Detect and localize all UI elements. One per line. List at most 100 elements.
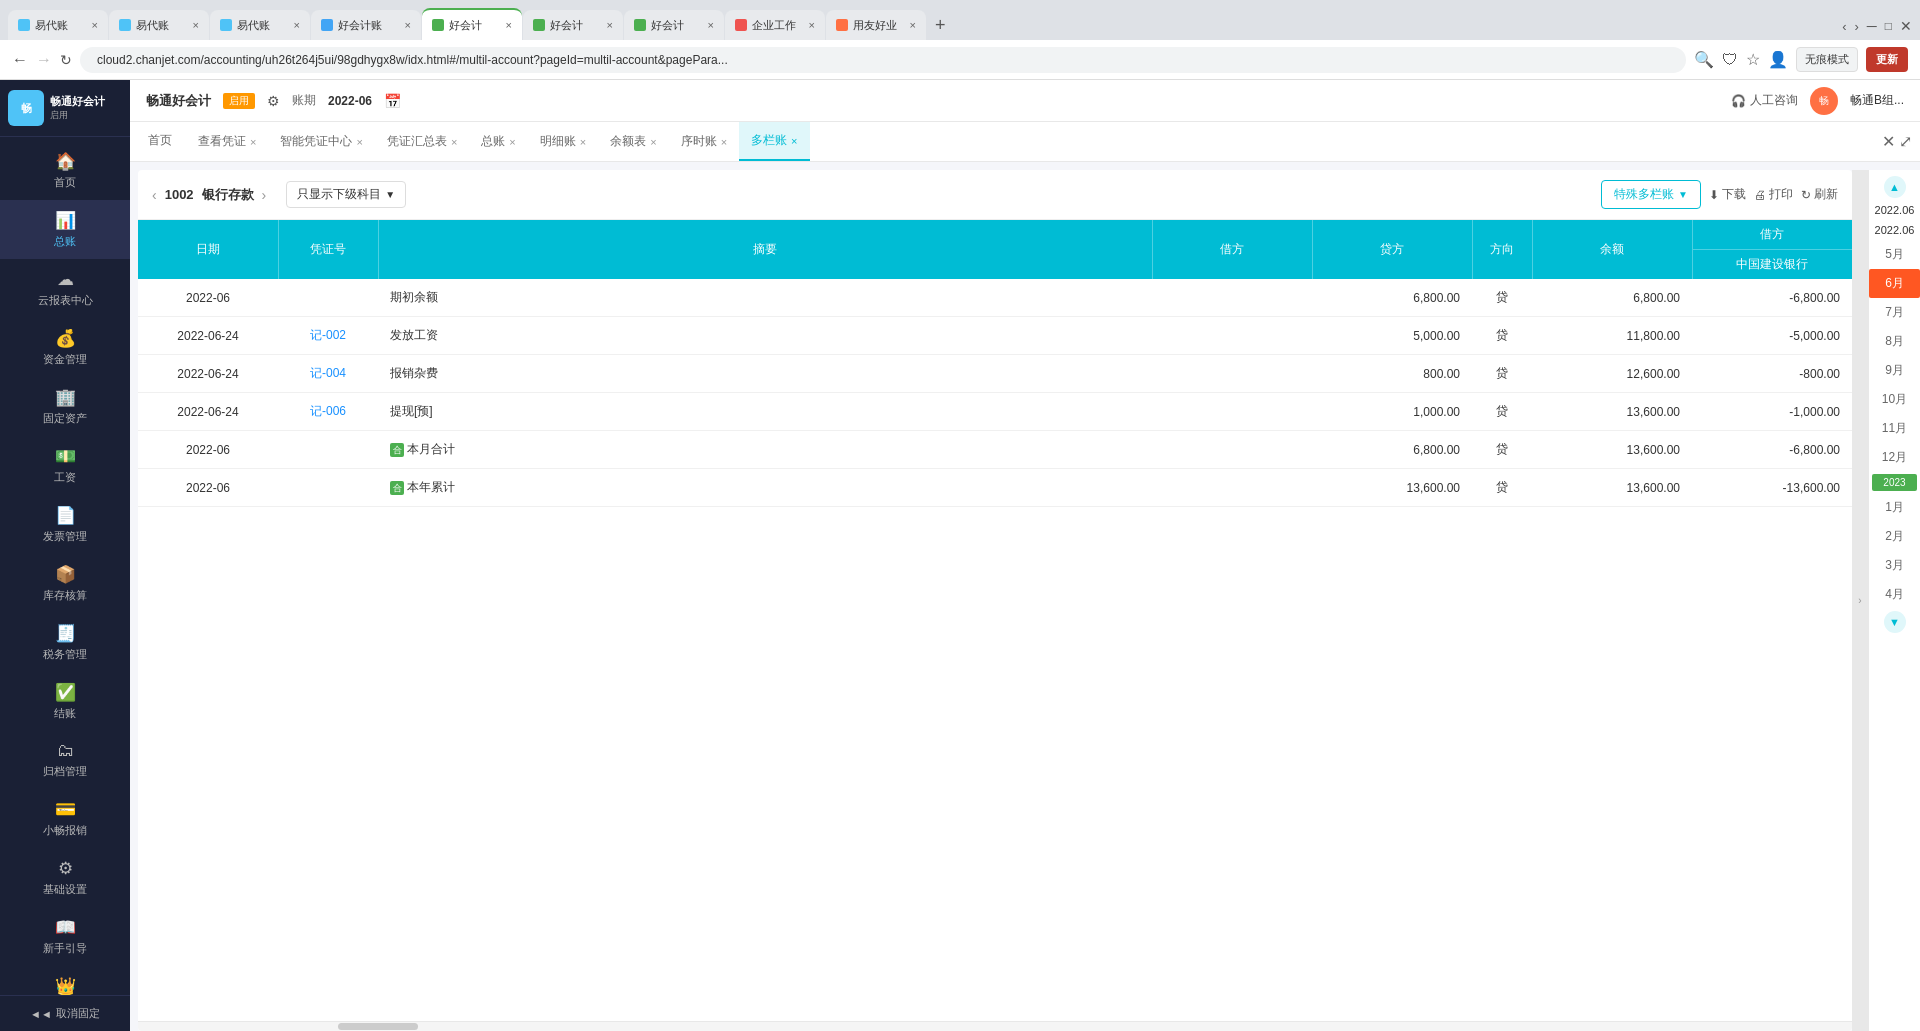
browser-tab-5[interactable]: 好会计 × (422, 8, 522, 40)
panel-toggle[interactable]: › (1852, 170, 1868, 1031)
sidebar-item-invoice[interactable]: 📄 发票管理 (0, 495, 130, 554)
month-item-5[interactable]: 5月 (1869, 240, 1920, 269)
tab-5-close[interactable]: × (506, 19, 512, 31)
sidebar-item-archive[interactable]: 🗂 归档管理 (0, 731, 130, 789)
tab-9-close[interactable]: × (910, 19, 916, 31)
print-button[interactable]: 🖨 打印 (1754, 186, 1793, 203)
scrollbar-thumb[interactable] (338, 1023, 418, 1030)
tab-view-voucher[interactable]: 查看凭证 × (186, 123, 268, 160)
tab-view-voucher-close[interactable]: × (250, 136, 256, 148)
special-multi-button[interactable]: 特殊多栏账 ▼ (1601, 180, 1701, 209)
month-item-3[interactable]: 3月 (1869, 551, 1920, 580)
month-item-9[interactable]: 9月 (1869, 356, 1920, 385)
pin-toggle[interactable]: ◄◄ 取消固定 (4, 1006, 126, 1021)
sidebar-item-home[interactable]: 🏠 首页 (0, 141, 130, 200)
shield-icon[interactable]: 🛡 (1722, 51, 1738, 69)
month-item-6[interactable]: 6月 (1869, 269, 1920, 298)
tab-smart-voucher-close[interactable]: × (356, 136, 362, 148)
month-item-10[interactable]: 10月 (1869, 385, 1920, 414)
forward-button[interactable]: → (36, 51, 52, 69)
tab-journal[interactable]: 序时账 × (669, 123, 739, 160)
tab-prev-button[interactable]: ‹ (1842, 19, 1846, 34)
scrollbar-bottom[interactable] (138, 1021, 1852, 1031)
tab-multi-column[interactable]: 多栏账 × (739, 122, 809, 161)
tab-1-close[interactable]: × (92, 19, 98, 31)
tab-detail-ledger-close[interactable]: × (580, 136, 586, 148)
sidebar-item-cloud[interactable]: ☁ 云报表中心 (0, 259, 130, 318)
tab-next-button[interactable]: › (1854, 19, 1858, 34)
tab-journal-close[interactable]: × (721, 136, 727, 148)
browser-tab-2[interactable]: 易代账 × (109, 10, 209, 40)
browser-tab-8[interactable]: 企业工作 × (725, 10, 825, 40)
settings-icon-topbar[interactable]: ⚙ (267, 93, 280, 109)
sidebar-item-expense[interactable]: 💳 小畅报销 (0, 789, 130, 848)
tab-balance[interactable]: 余额表 × (598, 123, 668, 160)
update-button[interactable]: 更新 (1866, 47, 1908, 72)
maximize-button[interactable]: □ (1885, 19, 1892, 33)
sidebar-item-salary[interactable]: 💵 工资 (0, 436, 130, 495)
scroll-down-button[interactable]: ▼ (1884, 611, 1906, 633)
download-button[interactable]: ⬇ 下载 (1709, 186, 1746, 203)
tab-voucher-summary[interactable]: 凭证汇总表 × (375, 123, 469, 160)
tab-4-close[interactable]: × (405, 19, 411, 31)
tab-multi-column-close[interactable]: × (791, 135, 797, 147)
account-next-button[interactable]: › (262, 187, 267, 203)
minimize-button[interactable]: ─ (1867, 18, 1877, 34)
month-item-7[interactable]: 7月 (1869, 298, 1920, 327)
cell-voucher[interactable]: 记-006 (278, 393, 378, 431)
refresh-button[interactable]: ↻ 刷新 (1801, 186, 1838, 203)
reload-button[interactable]: ↻ (60, 52, 72, 68)
sub-account-dropdown[interactable]: 只显示下级科目 ▼ (286, 181, 406, 208)
tab-6-close[interactable]: × (607, 19, 613, 31)
tab-voucher-summary-close[interactable]: × (451, 136, 457, 148)
browser-tab-3[interactable]: 易代账 × (210, 10, 310, 40)
tab-smart-voucher[interactable]: 智能凭证中心 × (268, 123, 374, 160)
sidebar-item-assets[interactable]: 🏢 固定资产 (0, 377, 130, 436)
month-item-8[interactable]: 8月 (1869, 327, 1920, 356)
month-item-2[interactable]: 2月 (1869, 522, 1920, 551)
search-icon[interactable]: 🔍 (1694, 50, 1714, 69)
bookmark-icon[interactable]: ☆ (1746, 50, 1760, 69)
browser-tab-4[interactable]: 好会计账 × (311, 10, 421, 40)
no-trace-button[interactable]: 无痕模式 (1796, 47, 1858, 72)
month-item-1[interactable]: 1月 (1869, 493, 1920, 522)
sidebar-item-ledger[interactable]: 📊 总账 (0, 200, 130, 259)
browser-tab-6[interactable]: 好会计 × (523, 10, 623, 40)
tab-detail-ledger[interactable]: 明细账 × (528, 123, 598, 160)
sidebar-item-close[interactable]: ✅ 结账 (0, 672, 130, 731)
close-tab-button[interactable]: ✕ (1882, 132, 1895, 151)
back-button[interactable]: ← (12, 51, 28, 69)
month-item-12[interactable]: 12月 (1869, 443, 1920, 472)
cell-voucher[interactable]: 记-004 (278, 355, 378, 393)
tab-8-close[interactable]: × (809, 19, 815, 31)
sidebar-item-inventory[interactable]: 📦 库存核算 (0, 554, 130, 613)
month-item-11[interactable]: 11月 (1869, 414, 1920, 443)
calendar-icon[interactable]: 📅 (384, 93, 401, 109)
close-button[interactable]: ✕ (1900, 18, 1912, 34)
sidebar-item-tax[interactable]: 🧾 税务管理 (0, 613, 130, 672)
url-bar[interactable]: cloud2.chanjet.com/accounting/uh26t264j5… (80, 47, 1686, 73)
tab-balance-close[interactable]: × (650, 136, 656, 148)
expand-tab-button[interactable]: ⤢ (1899, 132, 1912, 151)
month-item-4[interactable]: 4月 (1869, 580, 1920, 609)
consultant-button[interactable]: 🎧 人工咨询 (1731, 92, 1798, 109)
tab-general-ledger[interactable]: 总账 × (469, 123, 527, 160)
profile-icon[interactable]: 👤 (1768, 50, 1788, 69)
browser-tab-7[interactable]: 好会计 × (624, 10, 724, 40)
account-prev-button[interactable]: ‹ (152, 187, 157, 203)
tab-3-close[interactable]: × (294, 19, 300, 31)
tab-general-ledger-close[interactable]: × (509, 136, 515, 148)
browser-tab-9[interactable]: 用友好业 × (826, 10, 926, 40)
scroll-up-button[interactable]: ▲ (1884, 176, 1906, 198)
tab-2-close[interactable]: × (193, 19, 199, 31)
tab-7-close[interactable]: × (708, 19, 714, 31)
sidebar-item-member[interactable]: 👑 畅会员 (0, 966, 130, 995)
new-tab-button[interactable]: + (927, 10, 954, 40)
sidebar-item-settings[interactable]: ⚙ 基础设置 (0, 848, 130, 907)
tab-home[interactable]: 首页 (134, 122, 186, 161)
cell-voucher[interactable]: 记-002 (278, 317, 378, 355)
browser-tab-1[interactable]: 易代账 × (8, 10, 108, 40)
sidebar-item-guide[interactable]: 📖 新手引导 (0, 907, 130, 966)
logo-info: 畅通好会计 启用 (50, 94, 105, 122)
sidebar-item-funds[interactable]: 💰 资金管理 (0, 318, 130, 377)
